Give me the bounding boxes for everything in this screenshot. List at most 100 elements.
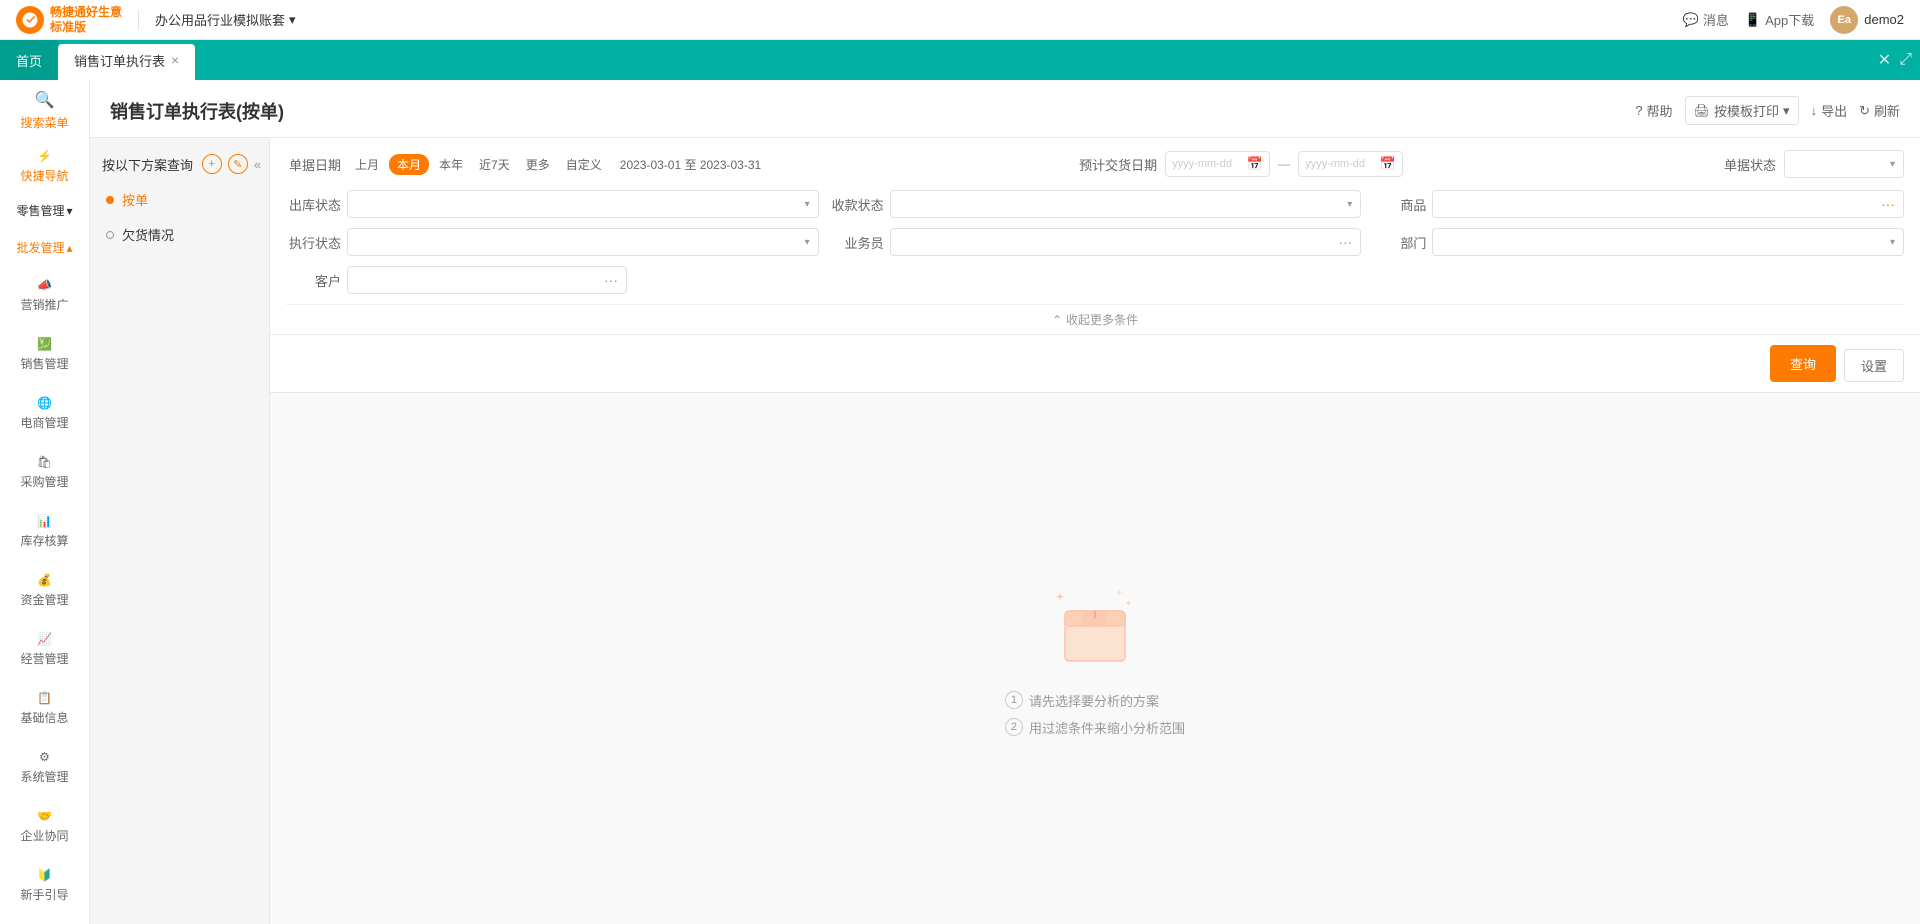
inactive-scheme-dot — [106, 231, 114, 239]
goods-label: 商品 — [1371, 195, 1426, 214]
action-buttons-row: 查询 设置 — [270, 335, 1920, 393]
sidebar-item-operations[interactable]: 📈 经营管理 — [0, 620, 89, 679]
account-selector[interactable]: 办公用品行业模拟账套 ▾ — [155, 10, 296, 29]
date-btn-current-year[interactable]: 本年 — [433, 154, 469, 175]
user-avatar: Ea — [1830, 6, 1858, 34]
scheme-item-debt[interactable]: 欠货情况 — [90, 217, 269, 252]
inventory-icon: 📊 — [37, 514, 52, 528]
sidebar-item-purchase[interactable]: 🛍 采购管理 — [0, 443, 89, 502]
main-content: 单据日期 上月 本月 本年 近7天 更多 自定义 2023-03-01 至 20… — [270, 138, 1920, 924]
sidebar-item-finance[interactable]: 💰 资金管理 — [0, 561, 89, 620]
marketing-icon: 📣 — [37, 278, 52, 292]
logo-area: 畅捷通好生意 标准版 — [16, 5, 122, 34]
expected-date-end[interactable]: yyyy-mm-dd 📅 — [1298, 151, 1403, 177]
quick-nav-icon: ⚡ — [37, 149, 52, 163]
header-divider — [138, 10, 139, 30]
dept-select[interactable]: ▾ — [1432, 228, 1904, 256]
collapse-panel-btn[interactable]: « — [254, 157, 261, 172]
settings-btn[interactable]: 设置 — [1844, 349, 1904, 382]
payment-label: 收款状态 — [829, 195, 884, 214]
date-btn-last-month[interactable]: 上月 — [349, 154, 385, 175]
tab-close-window-icon[interactable]: ✕ — [1878, 50, 1891, 70]
export-btn[interactable]: ↓ 导出 — [1811, 101, 1848, 120]
print-btn[interactable]: 🖨 按模板打印 ▾ — [1685, 96, 1799, 125]
sidebar-quick-nav[interactable]: ⚡ 快捷导航 — [0, 141, 89, 192]
filter-panel-title: 按以下方案查询 — [102, 155, 193, 174]
purchase-icon: 🛍 — [37, 455, 52, 469]
filter-fields-row3: 客户 ··· — [286, 266, 1904, 294]
tab-expand-icon[interactable]: ⤢ — [1899, 51, 1912, 69]
filter-panel-header: 按以下方案查询 + ✎ « — [90, 146, 269, 182]
add-scheme-btn[interactable]: + — [202, 154, 222, 174]
salesperson-input[interactable]: ··· — [890, 228, 1362, 256]
sidebar-group-retail: 零售管理 ▾ — [0, 192, 89, 229]
date-btn-more[interactable]: 更多 — [520, 154, 556, 175]
active-tab-label: 销售订单执行表 — [74, 51, 165, 70]
sidebar-item-basic[interactable]: 📋 基础信息 — [0, 679, 89, 738]
date-btn-current-month[interactable]: 本月 — [389, 154, 429, 175]
status-select[interactable]: ▾ — [1784, 150, 1904, 178]
payment-status-field: 收款状态 ▾ — [829, 190, 1362, 218]
sidebar-item-wholesale[interactable]: 批发管理 ▴ — [0, 229, 89, 266]
sidebar-item-sales[interactable]: 💹 销售管理 — [0, 325, 89, 384]
tab-close-btn[interactable]: × — [171, 52, 179, 68]
sidebar-item-inventory[interactable]: 📊 库存核算 — [0, 502, 89, 561]
page-actions: ? 帮助 🖨 按模板打印 ▾ ↓ 导出 ↻ 刷新 — [1635, 96, 1900, 125]
goods-input[interactable]: ··· — [1432, 190, 1904, 218]
outbound-chevron-icon: ▾ — [805, 199, 810, 210]
customer-input[interactable]: ··· — [347, 266, 627, 294]
sidebar-item-newbie[interactable]: 🔰 新手引导 — [0, 856, 89, 915]
expected-date-start[interactable]: yyyy-mm-dd 📅 — [1165, 151, 1270, 177]
page-header: 销售订单执行表(按单) ? 帮助 🖨 按模板打印 ▾ ↓ 导出 ↻ 刷新 — [90, 80, 1920, 138]
sidebar-search[interactable]: 🔍 搜索菜单 — [0, 80, 89, 141]
nav-tab-right-actions: ✕ ⤢ — [1878, 40, 1920, 80]
export-icon: ↓ — [1811, 103, 1818, 118]
sidebar-item-retail[interactable]: 零售管理 ▾ — [0, 192, 89, 229]
dropdown-arrow-icon: ▾ — [289, 12, 296, 28]
status-dropdown-icon: ▾ — [1890, 159, 1895, 170]
sidebar-item-ecommerce[interactable]: 🌐 电商管理 — [0, 384, 89, 443]
sidebar-item-system[interactable]: ⚙ 系统管理 — [0, 738, 89, 797]
main-layout: 🔍 搜索菜单 ⚡ 快捷导航 零售管理 ▾ 批发管理 ▴ 📣 营销推广 💹 销售管… — [0, 80, 1920, 924]
header-left: 畅捷通好生意 标准版 办公用品行业模拟账套 ▾ — [16, 5, 296, 34]
scheme-item-order[interactable]: 按单 — [90, 182, 269, 217]
filter-fields-row2: 执行状态 ▾ 业务员 ··· — [286, 228, 1904, 256]
message-btn[interactable]: 💬 消息 — [1683, 10, 1729, 29]
refresh-btn[interactable]: ↻ 刷新 — [1859, 101, 1900, 120]
sidebar-item-apps[interactable]: 🔲 应用中心 — [0, 915, 89, 924]
tip1-number: 1 — [1005, 691, 1023, 709]
help-btn[interactable]: ? 帮助 — [1635, 101, 1672, 120]
home-tab[interactable]: 首页 — [0, 40, 58, 80]
retail-arrow-icon: ▾ — [66, 204, 72, 218]
edit-scheme-btn[interactable]: ✎ — [228, 154, 248, 174]
app-download-btn[interactable]: 📱 App下载 — [1745, 10, 1814, 29]
nav-tabs-bar: 首页 销售订单执行表 × ✕ ⤢ — [0, 40, 1920, 80]
active-tab[interactable]: 销售订单执行表 × — [58, 44, 195, 80]
sidebar-group-wholesale: 批发管理 ▴ — [0, 229, 89, 266]
print-arrow-icon: ▾ — [1783, 103, 1790, 119]
logo-text: 畅捷通好生意 标准版 — [50, 5, 122, 34]
ecommerce-icon: 🌐 — [37, 396, 52, 410]
page-title: 销售订单执行表(按单) — [110, 98, 284, 124]
dept-chevron-icon: ▾ — [1890, 237, 1895, 248]
dept-label: 部门 — [1371, 233, 1426, 252]
empty-state-illustration: ✦ ✦ ✦ — [1045, 581, 1145, 671]
sidebar-item-enterprise[interactable]: 🤝 企业协同 — [0, 797, 89, 856]
sales-icon: 💹 — [37, 337, 52, 351]
home-tab-label: 首页 — [16, 51, 42, 70]
exec-select[interactable]: ▾ — [347, 228, 819, 256]
date-btn-7days[interactable]: 近7天 — [473, 154, 516, 175]
calendar-start-icon: 📅 — [1247, 156, 1263, 172]
user-area[interactable]: Ea demo2 — [1830, 6, 1904, 34]
filter-panel-icons: + ✎ « — [202, 154, 261, 174]
query-btn[interactable]: 查询 — [1770, 345, 1836, 382]
empty-state: ✦ ✦ ✦ 1 请先选择要分析的方案 — [1005, 581, 1185, 737]
filter-panel: 单据日期 上月 本月 本年 近7天 更多 自定义 2023-03-01 至 20… — [270, 138, 1920, 335]
date-btn-custom[interactable]: 自定义 — [560, 154, 608, 175]
payment-select[interactable]: ▾ — [890, 190, 1362, 218]
date-range-dash: — — [1278, 157, 1290, 171]
outbound-select[interactable]: ▾ — [347, 190, 819, 218]
sidebar-item-marketing[interactable]: 📣 营销推广 — [0, 266, 89, 325]
collapse-filters-btn[interactable]: ⌃ 收起更多条件 — [286, 304, 1904, 334]
outbound-status-field: 出库状态 ▾ — [286, 190, 819, 218]
